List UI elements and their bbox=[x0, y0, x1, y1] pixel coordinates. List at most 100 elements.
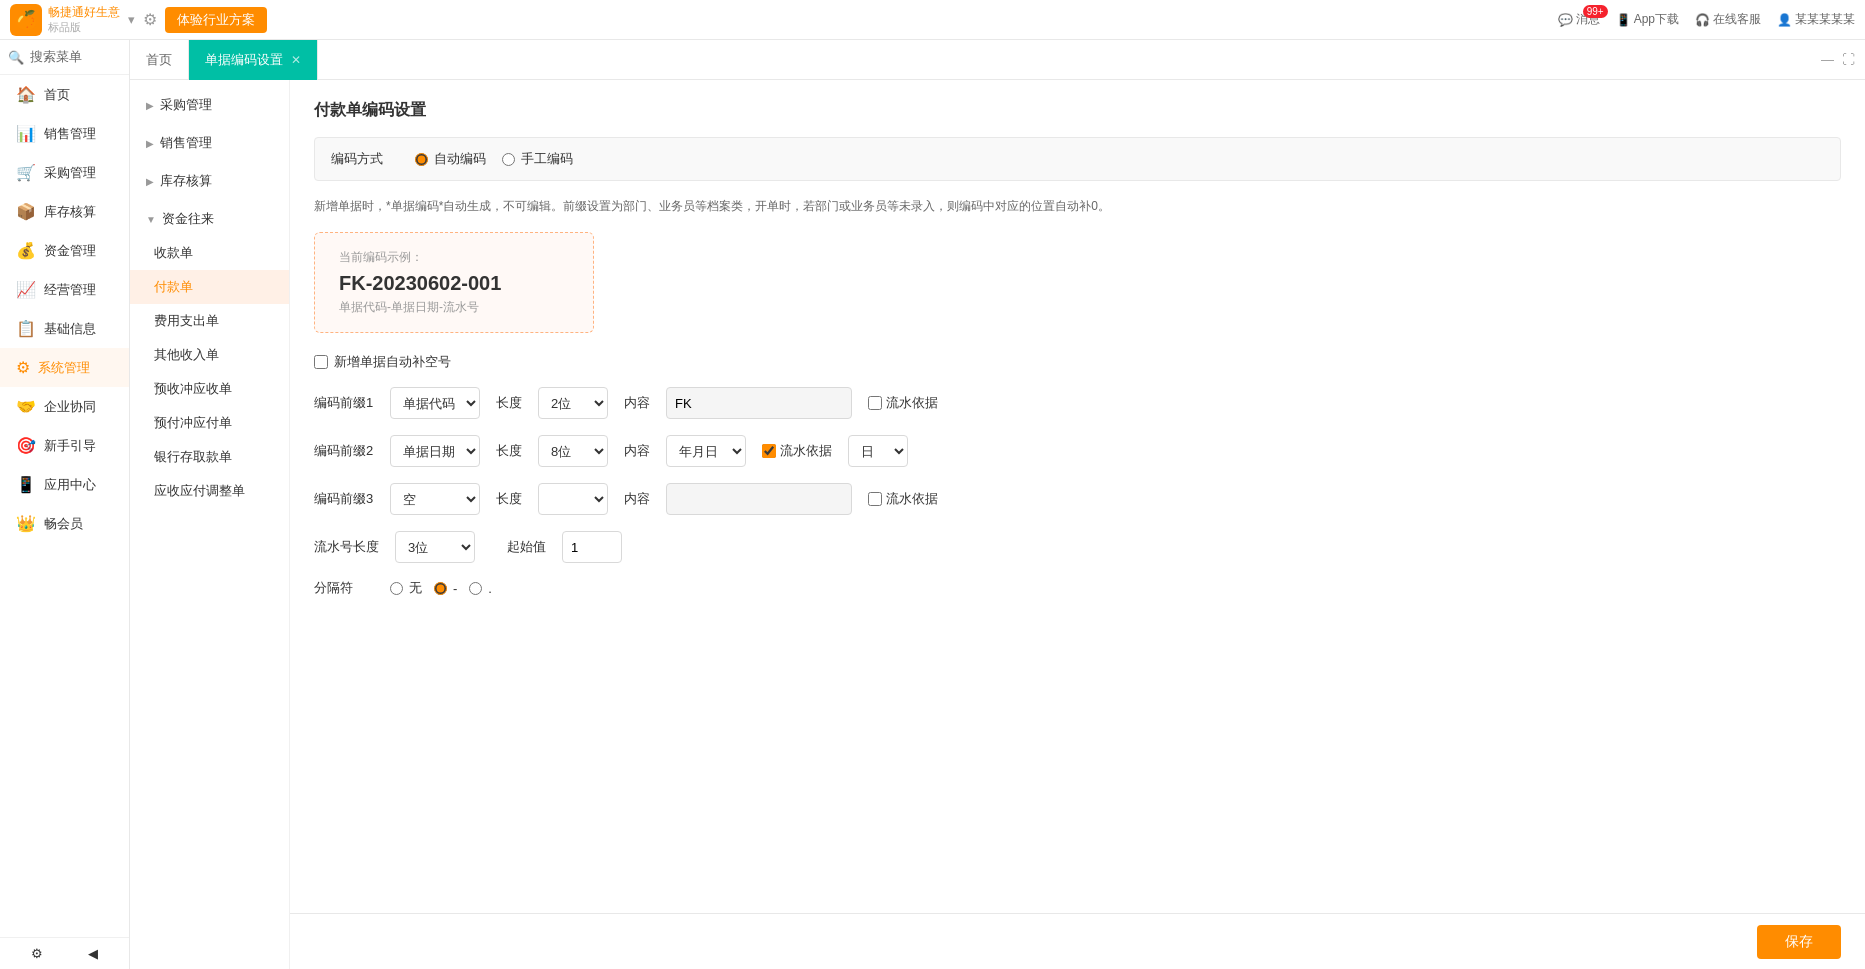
serial-length-row: 流水号长度 3位 4位 5位 6位 起始值 bbox=[314, 531, 1841, 563]
separator-dot-radio[interactable] bbox=[469, 582, 482, 595]
tab-bar-actions: — ⛶ bbox=[1811, 52, 1865, 67]
prefix-3-serial-group: 流水依据 bbox=[868, 490, 938, 508]
tab-close-icon[interactable]: ✕ bbox=[291, 53, 301, 67]
prefix-2-length-select[interactable]: 8位 4位 6位 bbox=[538, 435, 608, 467]
message-button[interactable]: 💬 消息 99+ bbox=[1558, 11, 1600, 28]
sec-group-purchase-title[interactable]: ▶ 采购管理 bbox=[130, 88, 289, 122]
dropdown-arrow-icon[interactable]: ▾ bbox=[128, 12, 135, 27]
prefix-1-select[interactable]: 单据代码 部门 业务员 空 bbox=[390, 387, 480, 419]
app-download-button[interactable]: 📱 App下载 bbox=[1616, 11, 1679, 28]
tab-minimize-icon[interactable]: — bbox=[1821, 52, 1834, 67]
sidebar-item-basic[interactable]: 📋 基础信息 bbox=[0, 309, 129, 348]
sec-group-inventory2-title[interactable]: ▶ 库存核算 bbox=[130, 164, 289, 198]
home-icon: 🏠 bbox=[16, 85, 36, 104]
prefix-2-label: 编码前缀2 bbox=[314, 442, 374, 460]
prefix-3-content-input[interactable] bbox=[666, 483, 852, 515]
separator-radio-group: 无 - . bbox=[390, 579, 492, 597]
prefix-1-length-select[interactable]: 2位 4位 6位 bbox=[538, 387, 608, 419]
start-value-input[interactable] bbox=[562, 531, 622, 563]
sec-group-inventory2: ▶ 库存核算 bbox=[130, 164, 289, 198]
separator-row: 分隔符 无 - . bbox=[314, 579, 1841, 597]
sidebar-item-purchase[interactable]: 🛒 采购管理 bbox=[0, 153, 129, 192]
sidebar-item-inventory[interactable]: 📦 库存核算 bbox=[0, 192, 129, 231]
sec-item-advance-receipt[interactable]: 预收冲应收单 bbox=[130, 372, 289, 406]
manual-encoding-radio[interactable] bbox=[502, 153, 515, 166]
sidebar-collapse-icon[interactable]: ◀ bbox=[88, 946, 98, 961]
sidebar-item-operations[interactable]: 📈 经营管理 bbox=[0, 270, 129, 309]
chevron-down-icon-4: ▼ bbox=[146, 214, 156, 225]
sec-item-other-income[interactable]: 其他收入单 bbox=[130, 338, 289, 372]
sidebar-item-sales[interactable]: 📊 销售管理 bbox=[0, 114, 129, 153]
prefix-1-serial-checkbox[interactable] bbox=[868, 396, 882, 410]
sidebar-item-member[interactable]: 👑 畅会员 bbox=[0, 504, 129, 543]
manual-encoding-option[interactable]: 手工编码 bbox=[502, 150, 573, 168]
trial-button[interactable]: 体验行业方案 bbox=[165, 7, 267, 33]
prefix-3-length-select[interactable] bbox=[538, 483, 608, 515]
online-service-button[interactable]: 🎧 在线客服 bbox=[1695, 11, 1761, 28]
page-wrapper: 付款单编码设置 编码方式 自动编码 手工编码 bbox=[290, 80, 1865, 969]
settings-icon[interactable]: ⚙ bbox=[143, 10, 157, 29]
sec-item-payable-adjust[interactable]: 应收应付调整单 bbox=[130, 474, 289, 508]
operations-icon: 📈 bbox=[16, 280, 36, 299]
sec-item-receipt[interactable]: 收款单 bbox=[130, 236, 289, 270]
sales-icon: 📊 bbox=[16, 124, 36, 143]
tab-home[interactable]: 首页 bbox=[130, 40, 189, 80]
auto-encoding-radio[interactable] bbox=[415, 153, 428, 166]
sidebar-item-system[interactable]: ⚙ 系统管理 bbox=[0, 348, 129, 387]
message-badge: 99+ bbox=[1583, 5, 1608, 18]
appcenter-icon: 📱 bbox=[16, 475, 36, 494]
prefix-3-select[interactable]: 空 单据代码 部门 bbox=[390, 483, 480, 515]
prefix-2-serial-unit-select[interactable]: 日 月 年 bbox=[848, 435, 908, 467]
basic-icon: 📋 bbox=[16, 319, 36, 338]
separator-dot-option[interactable]: . bbox=[469, 581, 492, 596]
tab-encoding[interactable]: 单据编码设置 ✕ bbox=[189, 40, 318, 80]
message-icon: 💬 bbox=[1558, 13, 1573, 27]
prefix-row-1: 编码前缀1 单据代码 部门 业务员 空 长度 2位 4位 6位 bbox=[314, 387, 1841, 419]
sidebar-item-newguide[interactable]: 🎯 新手引导 bbox=[0, 426, 129, 465]
separator-none-radio[interactable] bbox=[390, 582, 403, 595]
search-icon: 🔍 bbox=[8, 50, 24, 65]
sec-group-sales2-title[interactable]: ▶ 销售管理 bbox=[130, 126, 289, 160]
sidebar-settings-icon[interactable]: ⚙ bbox=[31, 946, 43, 961]
sidebar: 🔍 搜索菜单 🏠 首页 📊 销售管理 🛒 采购管理 📦 库存核算 💰 资金管理 … bbox=[0, 40, 130, 969]
inventory-icon: 📦 bbox=[16, 202, 36, 221]
prefix-row-3: 编码前缀3 空 单据代码 部门 长度 内容 bbox=[314, 483, 1841, 515]
chevron-right-icon-2: ▶ bbox=[146, 138, 154, 149]
separator-dash-radio[interactable] bbox=[434, 582, 447, 595]
sec-group-funds: ▼ 资金往来 收款单 付款单 费用支出单 其他收入单 预收冲应收单 预付冲应付单… bbox=[130, 202, 289, 508]
sec-group-funds-title[interactable]: ▼ 资金往来 bbox=[130, 202, 289, 236]
page-content: 付款单编码设置 编码方式 自动编码 手工编码 bbox=[290, 80, 1865, 913]
tab-maximize-icon[interactable]: ⛶ bbox=[1842, 52, 1855, 67]
sec-item-expense[interactable]: 费用支出单 bbox=[130, 304, 289, 338]
prefix-1-content-input[interactable] bbox=[666, 387, 852, 419]
prefix-2-serial-checkbox[interactable] bbox=[762, 444, 776, 458]
prefix-1-label: 编码前缀1 bbox=[314, 394, 374, 412]
main: 首页 单据编码设置 ✕ — ⛶ ▶ 采购管理 bbox=[130, 40, 1865, 969]
sec-item-bank-deposit[interactable]: 银行存取款单 bbox=[130, 440, 289, 474]
sidebar-item-finance[interactable]: 💰 资金管理 bbox=[0, 231, 129, 270]
save-button[interactable]: 保存 bbox=[1757, 925, 1841, 959]
separator-dash-option[interactable]: - bbox=[434, 581, 457, 596]
content-area: ▶ 采购管理 ▶ 销售管理 ▶ 库存核算 bbox=[130, 80, 1865, 969]
sidebar-item-appcenter[interactable]: 📱 应用中心 bbox=[0, 465, 129, 504]
auto-encoding-option[interactable]: 自动编码 bbox=[415, 150, 486, 168]
search-menu[interactable]: 🔍 搜索菜单 bbox=[0, 40, 129, 75]
prefix-3-serial-checkbox[interactable] bbox=[868, 492, 882, 506]
user-account[interactable]: 👤 某某某某某 bbox=[1777, 11, 1855, 28]
serial-length-select[interactable]: 3位 4位 5位 6位 bbox=[395, 531, 475, 563]
sidebar-item-home[interactable]: 🏠 首页 bbox=[0, 75, 129, 114]
prefix-2-select[interactable]: 单据日期 单据代码 部门 空 bbox=[390, 435, 480, 467]
separator-none-option[interactable]: 无 bbox=[390, 579, 422, 597]
sec-group-purchase: ▶ 采购管理 bbox=[130, 88, 289, 122]
prefix-2-content-select[interactable]: 年月日 年月 年 bbox=[666, 435, 746, 467]
sec-item-advance-payment[interactable]: 预付冲应付单 bbox=[130, 406, 289, 440]
info-text: 新增单据时，*单据编码*自动生成，不可编辑。前缀设置为部门、业务员等档案类，开单… bbox=[314, 197, 1841, 216]
auto-fill-checkbox[interactable] bbox=[314, 355, 328, 369]
auto-fill-row: 新增单据自动补空号 bbox=[314, 353, 1841, 371]
chevron-right-icon: ▶ bbox=[146, 100, 154, 111]
app-icon: 📱 bbox=[1616, 13, 1631, 27]
sidebar-item-enterprise[interactable]: 🤝 企业协同 bbox=[0, 387, 129, 426]
sec-item-payment[interactable]: 付款单 bbox=[130, 270, 289, 304]
page-title: 付款单编码设置 bbox=[314, 100, 1841, 121]
prefix-2-content-label: 内容 bbox=[624, 442, 650, 460]
